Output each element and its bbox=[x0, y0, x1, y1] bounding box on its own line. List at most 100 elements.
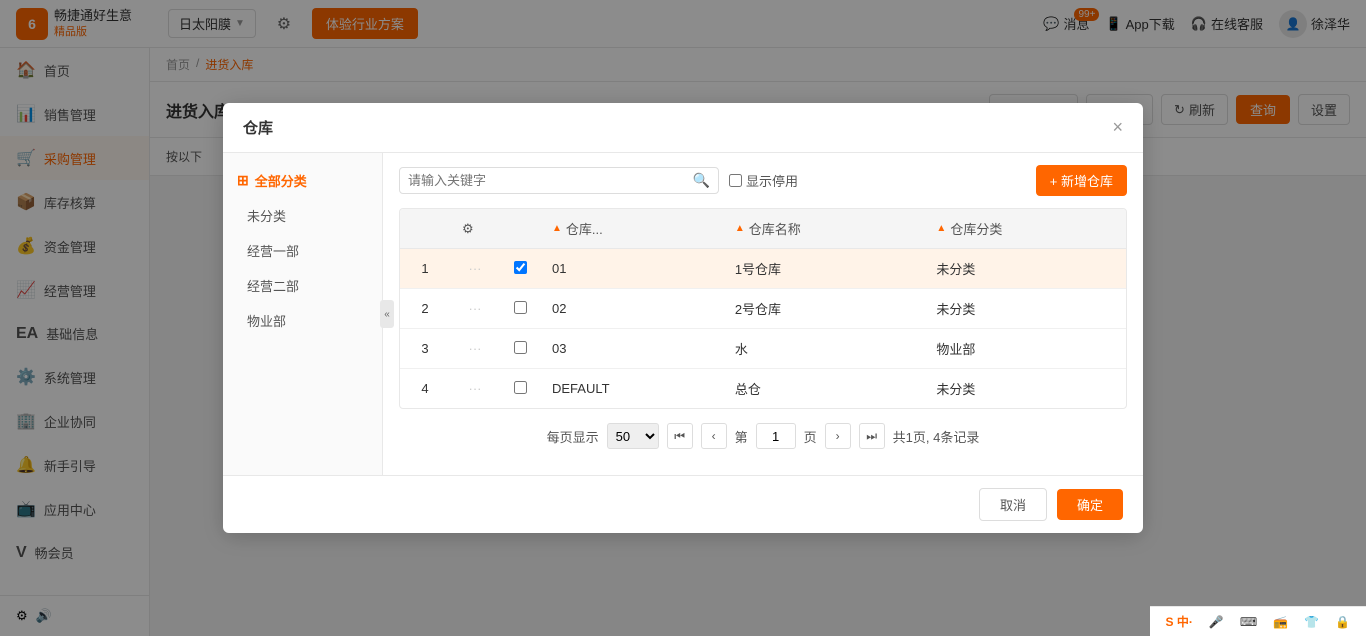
mic-icon: 🎤 bbox=[1209, 615, 1224, 629]
table-area: 🔍 显示停用 + 新增仓库 ⚙ bbox=[383, 153, 1143, 475]
row-actions-icon: ··· bbox=[469, 341, 482, 356]
sort-icon: ▲ bbox=[552, 223, 562, 234]
show-disabled-input[interactable] bbox=[729, 174, 742, 187]
next-page-button[interactable]: › bbox=[825, 423, 851, 449]
category-label-property: 物业部 bbox=[247, 314, 286, 329]
th-name-label: 仓库名称 bbox=[749, 219, 801, 238]
table-row[interactable]: 1 ··· 01 1号仓库 未分类 bbox=[400, 249, 1126, 289]
page-suffix: 页 bbox=[804, 427, 817, 446]
radio-icon: 📻 bbox=[1273, 615, 1288, 629]
category-sidebar: ⊞ 全部分类 未分类 经营一部 经营二部 物业部 « bbox=[223, 153, 383, 475]
category-item-operations1[interactable]: 经营一部 bbox=[223, 233, 382, 268]
all-categories-label: 全部分类 bbox=[255, 171, 307, 190]
row-name: 2号仓库 bbox=[723, 289, 925, 329]
row-code: 03 bbox=[540, 329, 723, 369]
row-index: 1 bbox=[400, 249, 450, 289]
modal-close-button[interactable]: × bbox=[1112, 117, 1123, 138]
page-number-input[interactable] bbox=[756, 423, 796, 449]
row-checkbox-cell[interactable] bbox=[500, 289, 540, 329]
total-info: 共1页, 4条记录 bbox=[893, 427, 980, 446]
last-page-button[interactable]: ⏭ bbox=[859, 423, 885, 449]
th-checkbox bbox=[500, 209, 540, 249]
modal-body: ⊞ 全部分类 未分类 经营一部 经营二部 物业部 « bbox=[223, 153, 1143, 475]
row-name: 总仓 bbox=[723, 369, 925, 409]
row-checkbox-cell[interactable] bbox=[500, 329, 540, 369]
row-index: 3 bbox=[400, 329, 450, 369]
status-bar: S 中· 🎤 ⌨ 📻 👕 🔒 bbox=[1150, 606, 1366, 636]
table-toolbar: 🔍 显示停用 + 新增仓库 bbox=[399, 165, 1127, 196]
th-code-label: 仓库... bbox=[566, 219, 603, 238]
th-category-label: 仓库分类 bbox=[950, 219, 1002, 238]
table-row[interactable]: 3 ··· 03 水 物业部 bbox=[400, 329, 1126, 369]
row-actions-cell: ··· bbox=[450, 369, 500, 409]
modal-overlay: 仓库 × ⊞ 全部分类 未分类 经营一部 经营二部 bbox=[0, 0, 1366, 636]
category-label-operations1: 经营一部 bbox=[247, 244, 299, 259]
row-checkbox-cell[interactable] bbox=[500, 369, 540, 409]
row-checkbox[interactable] bbox=[514, 341, 527, 354]
keyboard-icon: ⌨ bbox=[1240, 615, 1257, 629]
row-code: 02 bbox=[540, 289, 723, 329]
prev-page-button[interactable]: ‹ bbox=[701, 423, 727, 449]
show-disabled-checkbox[interactable]: 显示停用 bbox=[729, 171, 798, 190]
category-item-operations2[interactable]: 经营二部 bbox=[223, 268, 382, 303]
modal-header: 仓库 × bbox=[223, 103, 1143, 153]
search-input[interactable] bbox=[408, 173, 687, 188]
warehouse-modal: 仓库 × ⊞ 全部分类 未分类 经营一部 经营二部 bbox=[223, 103, 1143, 533]
all-categories-item[interactable]: ⊞ 全部分类 bbox=[223, 163, 382, 198]
sort-name-icon: ▲ bbox=[735, 223, 745, 234]
row-checkbox-cell[interactable] bbox=[500, 249, 540, 289]
row-actions-icon: ··· bbox=[469, 381, 482, 396]
category-label-operations2: 经营二部 bbox=[247, 279, 299, 294]
row-name: 水 bbox=[723, 329, 925, 369]
row-actions-cell: ··· bbox=[450, 249, 500, 289]
cancel-button[interactable]: 取消 bbox=[979, 488, 1047, 521]
table-header-row: ⚙ ▲ 仓库... ▲ bbox=[400, 209, 1126, 249]
modal-footer: 取消 确定 bbox=[223, 475, 1143, 533]
row-actions-icon: ··· bbox=[469, 301, 482, 316]
th-gear: ⚙ bbox=[450, 209, 500, 249]
row-name: 1号仓库 bbox=[723, 249, 925, 289]
row-code: DEFAULT bbox=[540, 369, 723, 409]
row-checkbox[interactable] bbox=[514, 301, 527, 314]
category-label-uncategorized: 未分类 bbox=[247, 209, 286, 224]
status-logo: S 中· bbox=[1166, 613, 1193, 630]
row-category: 未分类 bbox=[924, 369, 1126, 409]
lock-icon: 🔒 bbox=[1335, 615, 1350, 629]
row-checkbox[interactable] bbox=[514, 261, 527, 274]
sort-cat-icon: ▲ bbox=[936, 223, 946, 234]
row-actions-cell: ··· bbox=[450, 329, 500, 369]
first-page-button[interactable]: ⏮ bbox=[667, 423, 693, 449]
search-box: 🔍 bbox=[399, 167, 719, 194]
th-category: ▲ 仓库分类 bbox=[924, 209, 1126, 249]
search-icon[interactable]: 🔍 bbox=[693, 172, 710, 189]
shirt-icon: 👕 bbox=[1304, 615, 1319, 629]
table-row[interactable]: 4 ··· DEFAULT 总仓 未分类 bbox=[400, 369, 1126, 409]
grid-icon: ⊞ bbox=[237, 172, 249, 189]
category-item-uncategorized[interactable]: 未分类 bbox=[223, 198, 382, 233]
th-index bbox=[400, 209, 450, 249]
row-code: 01 bbox=[540, 249, 723, 289]
row-category: 物业部 bbox=[924, 329, 1126, 369]
table-row[interactable]: 2 ··· 02 2号仓库 未分类 bbox=[400, 289, 1126, 329]
row-index: 4 bbox=[400, 369, 450, 409]
row-category: 未分类 bbox=[924, 289, 1126, 329]
row-index: 2 bbox=[400, 289, 450, 329]
modal-title: 仓库 bbox=[243, 117, 273, 138]
page-label: 第 bbox=[735, 427, 748, 446]
show-disabled-label: 显示停用 bbox=[746, 171, 798, 190]
category-collapse-button[interactable]: « bbox=[380, 300, 394, 328]
row-actions-cell: ··· bbox=[450, 289, 500, 329]
confirm-button[interactable]: 确定 bbox=[1057, 489, 1123, 520]
per-page-select[interactable]: 50 100 200 bbox=[607, 423, 659, 449]
pagination: 每页显示 50 100 200 ⏮ ‹ 第 页 › ⏭ 共1页, 4条记录 bbox=[399, 409, 1127, 463]
warehouse-table: ⚙ ▲ 仓库... ▲ bbox=[399, 208, 1127, 409]
add-warehouse-button[interactable]: + 新增仓库 bbox=[1036, 165, 1127, 196]
row-actions-icon: ··· bbox=[469, 261, 482, 276]
th-code: ▲ 仓库... bbox=[540, 209, 723, 249]
chevron-left-icon: « bbox=[384, 309, 390, 320]
category-item-property[interactable]: 物业部 bbox=[223, 303, 382, 338]
th-name: ▲ 仓库名称 bbox=[723, 209, 925, 249]
row-checkbox[interactable] bbox=[514, 381, 527, 394]
row-category: 未分类 bbox=[924, 249, 1126, 289]
per-page-label: 每页显示 bbox=[547, 427, 599, 446]
